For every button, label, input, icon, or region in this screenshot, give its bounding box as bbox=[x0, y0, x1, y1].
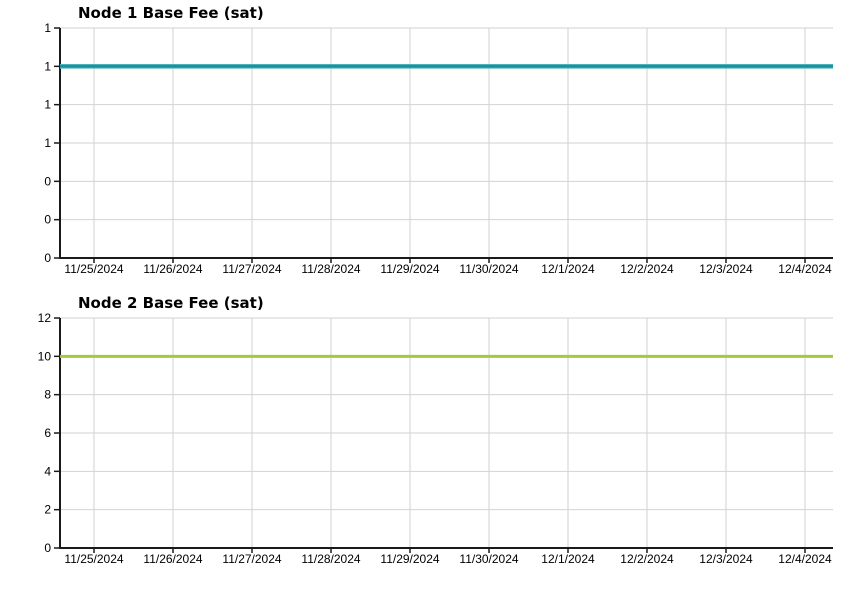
x-tick-label: 12/2/2024 bbox=[620, 552, 674, 566]
y-tick-label: 1 bbox=[44, 136, 51, 150]
x-tick-label: 11/25/2024 bbox=[64, 262, 123, 276]
x-tick-label: 11/30/2024 bbox=[459, 552, 518, 566]
x-tick-label: 11/26/2024 bbox=[143, 262, 202, 276]
x-tick-label: 12/3/2024 bbox=[699, 552, 753, 566]
x-tick-label: 11/28/2024 bbox=[301, 552, 360, 566]
x-tick-label: 11/25/2024 bbox=[64, 552, 123, 566]
x-tick-label: 11/28/2024 bbox=[301, 262, 360, 276]
x-tick-label: 12/3/2024 bbox=[699, 262, 753, 276]
node-1-base-fee-chart: 0 0 0 1 1 1 1 11/25/2024 11/26/2024 11/27/2024 11/… bbox=[0, 0, 860, 290]
y-tick-label: 2 bbox=[44, 503, 51, 517]
node-2-base-fee-plot: 0 2 4 6 8 10 12 11/25/2024 11/26/2024 11/27/2024 1… bbox=[38, 311, 833, 566]
y-tick-label: 6 bbox=[44, 426, 51, 440]
x-tick-label: 12/1/2024 bbox=[541, 262, 595, 276]
x-tick-label: 11/29/2024 bbox=[380, 262, 439, 276]
y-tick-label: 0 bbox=[44, 251, 51, 265]
x-tick-label: 11/30/2024 bbox=[459, 262, 518, 276]
x-tick-label: 11/27/2024 bbox=[222, 262, 281, 276]
y-tick-label: 10 bbox=[38, 349, 52, 363]
x-tick-label: 12/1/2024 bbox=[541, 552, 595, 566]
y-tick-label: 12 bbox=[38, 311, 52, 325]
x-tick-label: 11/26/2024 bbox=[143, 552, 202, 566]
x-tick-label: 11/27/2024 bbox=[222, 552, 281, 566]
node-2-base-fee-chart: 0 2 4 6 8 10 12 11/25/2024 11/26/2024 11/27/2024 1… bbox=[0, 290, 860, 580]
y-tick-label: 0 bbox=[44, 174, 51, 188]
x-tick-label: 12/2/2024 bbox=[620, 262, 674, 276]
y-tick-label: 4 bbox=[44, 464, 51, 478]
y-tick-label: 8 bbox=[44, 388, 51, 402]
y-tick-label: 0 bbox=[44, 541, 51, 555]
y-tick-label: 1 bbox=[44, 21, 51, 35]
y-tick-label: 1 bbox=[44, 98, 51, 112]
y-tick-label: 1 bbox=[44, 59, 51, 73]
chart-title-node-2: Node 2 Base Fee (sat) bbox=[78, 294, 264, 312]
dual-fee-charts-page: 0 0 0 1 1 1 1 11/25/2024 11/26/2024 11/27/2024 11/… bbox=[0, 0, 860, 600]
x-tick-label: 12/4/2024 bbox=[778, 262, 832, 276]
y-tick-label: 0 bbox=[44, 213, 51, 227]
node-1-base-fee-plot: 0 0 0 1 1 1 1 11/25/2024 11/26/2024 11/27/2024 11/… bbox=[44, 21, 833, 276]
chart-title-node-1: Node 1 Base Fee (sat) bbox=[78, 4, 264, 22]
x-tick-label: 11/29/2024 bbox=[380, 552, 439, 566]
x-tick-label: 12/4/2024 bbox=[778, 552, 832, 566]
